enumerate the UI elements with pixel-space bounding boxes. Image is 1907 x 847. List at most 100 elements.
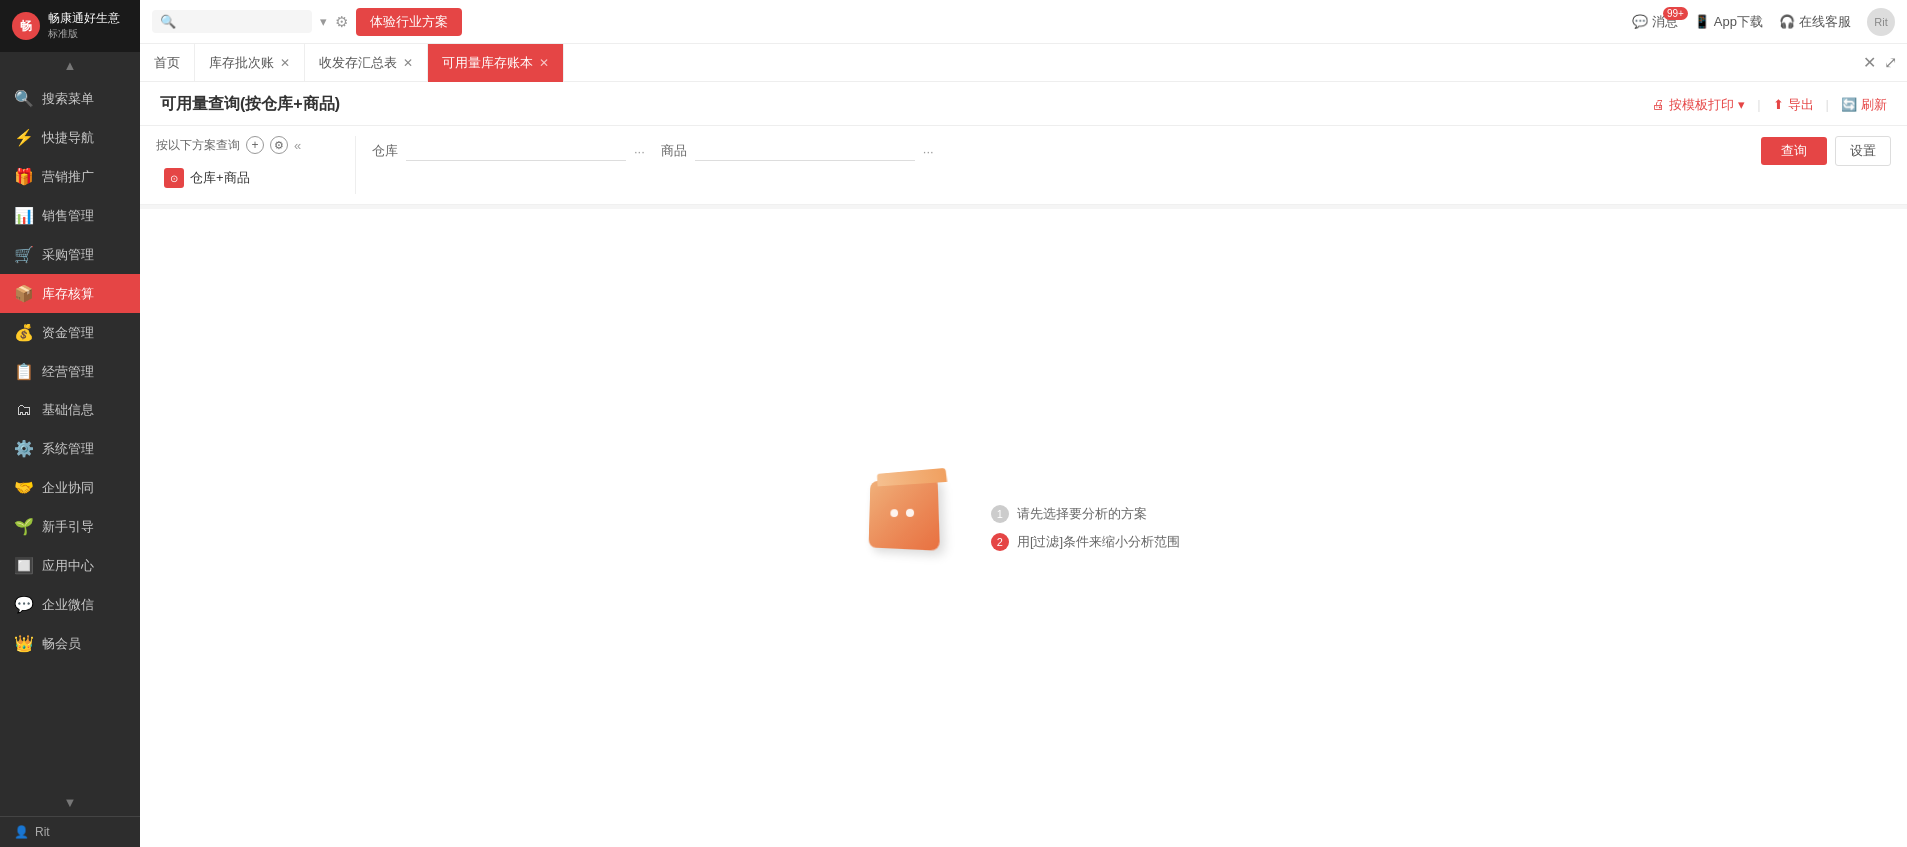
sidebar-item-inventory[interactable]: 📦 库存核算 — [0, 274, 140, 313]
user-avatar[interactable]: Rit — [1867, 8, 1895, 36]
filter-collapse-icon[interactable]: « — [294, 138, 301, 153]
expand-tab-button[interactable]: ⤢ — [1884, 53, 1897, 72]
sidebar-item-purchase[interactable]: 🛒 采购管理 — [0, 235, 140, 274]
warehouse-field-label: 仓库 — [372, 142, 398, 160]
goods-more-icon[interactable]: ··· — [923, 144, 934, 159]
print-button[interactable]: 🖨 按模板打印 ▾ — [1652, 96, 1745, 114]
topbar-dropdown-icon[interactable]: ▾ — [320, 14, 327, 29]
tab-summary-close[interactable]: ✕ — [403, 56, 413, 70]
phone-icon: 📱 — [1694, 14, 1710, 29]
tab-home[interactable]: 首页 — [140, 44, 195, 82]
brand-text: 畅康通好生意 标准版 — [48, 11, 120, 41]
topbar-search-area[interactable]: 🔍 — [152, 10, 312, 33]
filter-actions: 查询 设置 — [1761, 136, 1891, 166]
sidebar-item-sales[interactable]: 📊 销售管理 — [0, 196, 140, 235]
print-dropdown-icon[interactable]: ▾ — [1738, 97, 1745, 112]
sidebar-item-wechat[interactable]: 💬 企业微信 — [0, 585, 140, 624]
tab-available-close[interactable]: ✕ — [539, 56, 549, 70]
topbar-right: 💬 消息 99+ 📱 App下载 🎧 在线客服 Rit — [1632, 8, 1895, 36]
service-label: 在线客服 — [1799, 13, 1851, 31]
goods-field-label: 商品 — [661, 142, 687, 160]
export-button[interactable]: ⬆ 导出 — [1773, 96, 1814, 114]
filter-left-panel: 按以下方案查询 + ⚙ « ⊙ 仓库+商品 — [156, 136, 356, 194]
empty-step-2-text: 用[过滤]条件来缩小分析范围 — [1017, 533, 1180, 551]
separator1: | — [1757, 97, 1760, 112]
tab-batch-label: 库存批次账 — [209, 54, 274, 72]
sidebar-item-capital[interactable]: 💰 资金管理 — [0, 313, 140, 352]
empty-state-illustration — [867, 478, 967, 578]
sidebar-item-corp[interactable]: 🤝 企业协同 — [0, 468, 140, 507]
sidebar-menu: 🔍 搜索菜单 ⚡ 快捷导航 🎁 营销推广 📊 销售管理 🛒 采购管理 📦 库存核… — [0, 79, 140, 789]
sidebar-item-system[interactable]: ⚙️ 系统管理 — [0, 429, 140, 468]
sidebar-item-label: 库存核算 — [42, 285, 94, 303]
warehouse-more-icon[interactable]: ··· — [634, 144, 645, 159]
sidebar-scroll-down[interactable]: ▼ — [0, 789, 140, 816]
industry-solution-button[interactable]: 体验行业方案 — [356, 8, 462, 36]
tab-available[interactable]: 可用量库存账本 ✕ — [428, 44, 564, 82]
tab-home-label: 首页 — [154, 54, 180, 72]
filter-scheme-icon: ⊙ — [164, 168, 184, 188]
basic-icon: 🗂 — [14, 401, 34, 419]
filter-fields-row: 仓库 ··· 商品 ··· 查询 设置 — [372, 136, 1891, 166]
tab-summary[interactable]: 收发存汇总表 ✕ — [305, 44, 428, 82]
wechat-icon: 💬 — [14, 595, 34, 614]
sidebar-item-operation[interactable]: 📋 经营管理 — [0, 352, 140, 391]
brand-sub-label: 标准版 — [48, 27, 120, 41]
refresh-label: 刷新 — [1861, 96, 1887, 114]
sidebar-item-vip[interactable]: 👑 畅会员 — [0, 624, 140, 663]
filter-area: 按以下方案查询 + ⚙ « ⊙ 仓库+商品 仓库 ··· — [140, 126, 1907, 205]
sidebar: 畅 畅康通好生意 标准版 ▲ 🔍 搜索菜单 ⚡ 快捷导航 🎁 营销推广 📊 销售… — [0, 0, 140, 847]
tabs-right-actions: ✕ ⤢ — [1863, 53, 1907, 72]
sidebar-item-marketing[interactable]: 🎁 营销推广 — [0, 157, 140, 196]
refresh-icon: 🔄 — [1841, 97, 1857, 112]
sidebar-item-quick[interactable]: ⚡ 快捷导航 — [0, 118, 140, 157]
sidebar-item-label: 采购管理 — [42, 246, 94, 264]
sidebar-item-apps[interactable]: 🔲 应用中心 — [0, 546, 140, 585]
empty-state-text: 1 请先选择要分析的方案 2 用[过滤]条件来缩小分析范围 — [991, 505, 1180, 551]
sidebar-item-search[interactable]: 🔍 搜索菜单 — [0, 79, 140, 118]
refresh-button[interactable]: 🔄 刷新 — [1841, 96, 1887, 114]
sidebar-item-label: 系统管理 — [42, 440, 94, 458]
print-label: 按模板打印 — [1669, 96, 1734, 114]
topbar-app-download-item[interactable]: 📱 App下载 — [1694, 13, 1763, 31]
filter-section-label: 按以下方案查询 — [156, 137, 240, 154]
sidebar-bottom-user[interactable]: 👤 Rit — [0, 816, 140, 847]
filter-field-goods: 商品 ··· — [661, 141, 934, 161]
robot-eye-right — [906, 509, 914, 517]
sidebar-item-label: 搜索菜单 — [42, 90, 94, 108]
user-avatar-text: Rit — [1874, 16, 1887, 28]
separator2: | — [1826, 97, 1829, 112]
filter-add-button[interactable]: + — [246, 136, 264, 154]
page-header-actions: 🖨 按模板打印 ▾ | ⬆ 导出 | 🔄 刷新 — [1652, 96, 1887, 114]
printer-icon: 🖨 — [1652, 97, 1665, 112]
empty-step-1: 1 请先选择要分析的方案 — [991, 505, 1180, 523]
filter-settings-icon-btn[interactable]: ⚙ — [270, 136, 288, 154]
sidebar-item-label: 企业微信 — [42, 596, 94, 614]
filter-scheme-warehouse-goods[interactable]: ⊙ 仓库+商品 — [156, 162, 343, 194]
operation-icon: 📋 — [14, 362, 34, 381]
settings-button[interactable]: 设置 — [1835, 136, 1891, 166]
close-all-tabs-button[interactable]: ✕ — [1863, 53, 1876, 72]
sidebar-item-label: 销售管理 — [42, 207, 94, 225]
topbar-search-icon: 🔍 — [160, 14, 176, 29]
warehouse-field-input[interactable] — [406, 141, 626, 161]
goods-field-input[interactable] — [695, 141, 915, 161]
topbar-search-input[interactable] — [180, 15, 280, 29]
inventory-icon: 📦 — [14, 284, 34, 303]
sidebar-item-basic[interactable]: 🗂 基础信息 — [0, 391, 140, 429]
message-badge: 99+ — [1663, 7, 1688, 20]
tab-batch-close[interactable]: ✕ — [280, 56, 290, 70]
topbar-service-item[interactable]: 🎧 在线客服 — [1779, 13, 1851, 31]
tab-batch[interactable]: 库存批次账 ✕ — [195, 44, 305, 82]
filter-field-warehouse: 仓库 ··· — [372, 141, 645, 161]
sidebar-item-newbie[interactable]: 🌱 新手引导 — [0, 507, 140, 546]
topbar-message-item[interactable]: 💬 消息 99+ — [1632, 13, 1678, 31]
page-title: 可用量查询(按仓库+商品) — [160, 94, 340, 115]
topbar-gear-icon[interactable]: ⚙ — [335, 13, 348, 31]
filter-right-panel: 仓库 ··· 商品 ··· 查询 设置 — [356, 136, 1891, 194]
page-header: 可用量查询(按仓库+商品) 🖨 按模板打印 ▾ | ⬆ 导出 | 🔄 刷新 — [140, 82, 1907, 126]
sidebar-scroll-up[interactable]: ▲ — [0, 52, 140, 79]
app-download-label: App下载 — [1714, 13, 1763, 31]
sidebar-username: Rit — [35, 825, 50, 839]
query-button[interactable]: 查询 — [1761, 137, 1827, 165]
